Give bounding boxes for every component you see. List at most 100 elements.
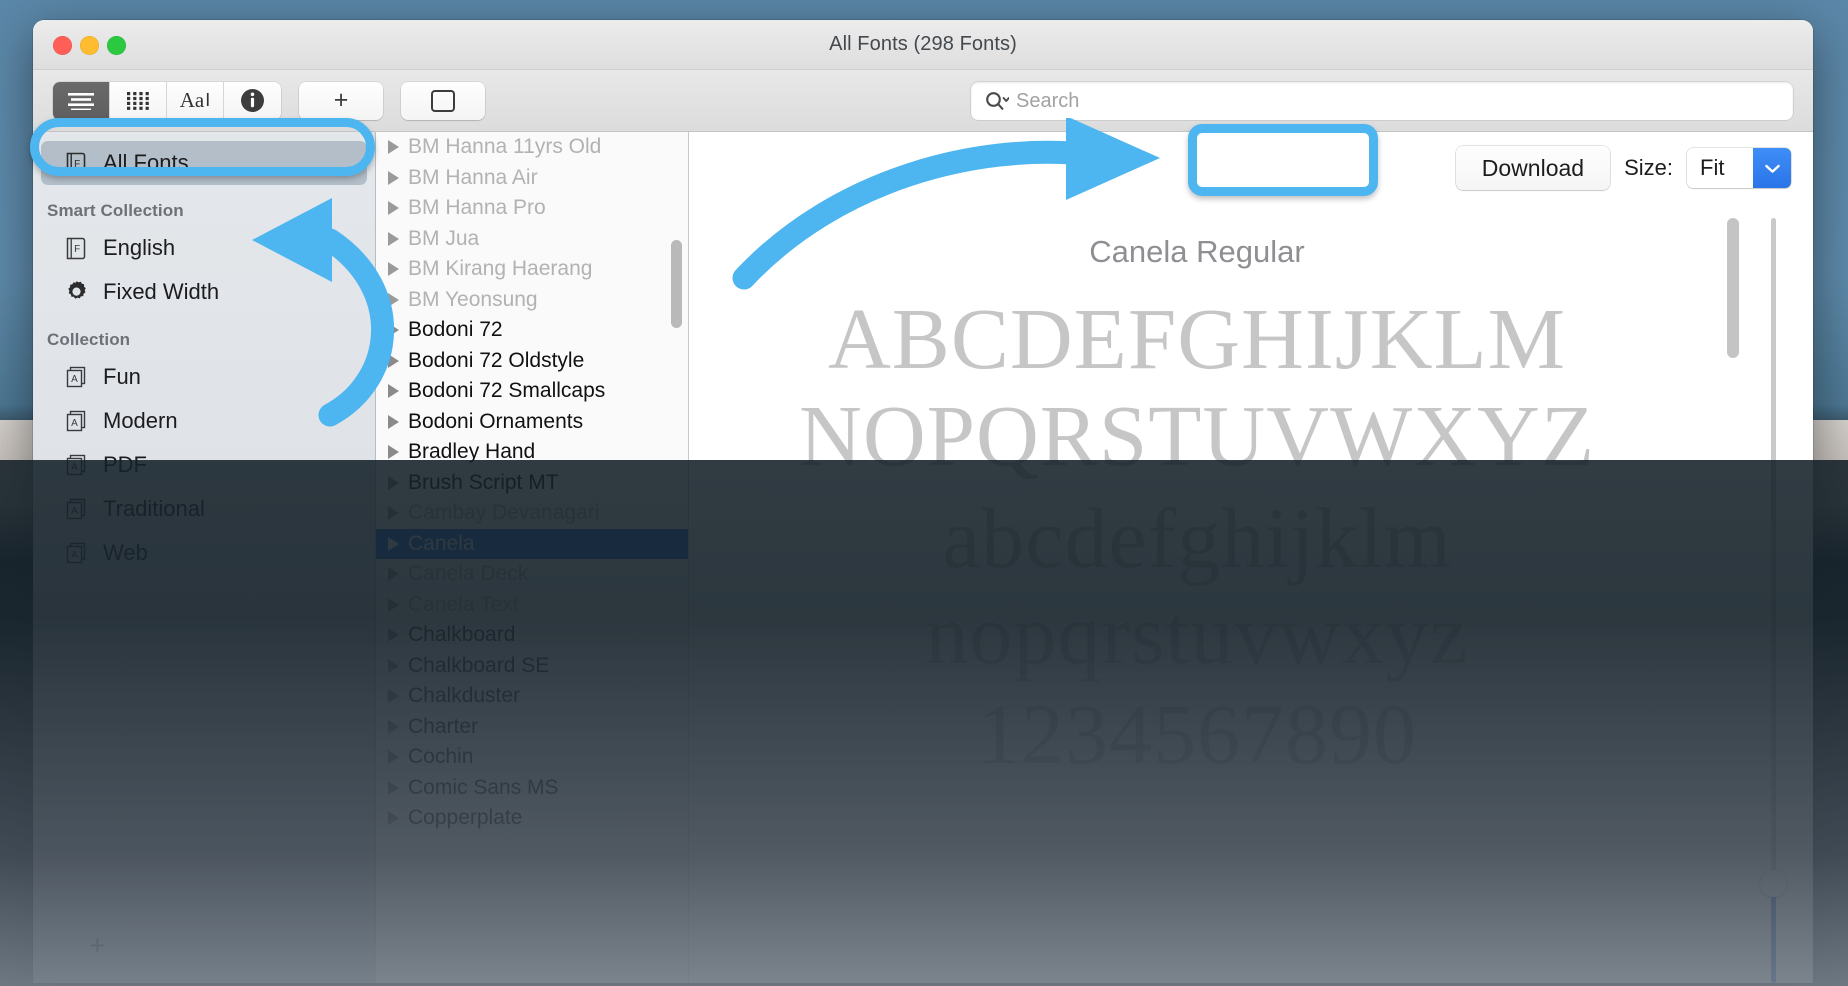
- list-view-button[interactable]: [53, 82, 110, 120]
- disclosure-triangle-icon[interactable]: [388, 232, 399, 246]
- disclosure-triangle-icon[interactable]: [388, 415, 399, 429]
- font-list-row[interactable]: Canela Text: [376, 590, 688, 621]
- font-name-label: BM Yeonsung: [408, 288, 538, 312]
- font-list-row[interactable]: Copperplate: [376, 803, 688, 834]
- stack-a-icon: A: [63, 364, 90, 391]
- font-name-label: BM Jua: [408, 227, 479, 251]
- chevron-down-icon: [1753, 148, 1791, 188]
- window-body: F All Fonts Smart Collection F Engli: [33, 132, 1813, 983]
- font-list-row[interactable]: Chalkboard SE: [376, 651, 688, 682]
- view-mode-segmented-control[interactable]: Aa I: [53, 82, 281, 120]
- font-list-row[interactable]: BM Kirang Haerang: [376, 254, 688, 285]
- disclosure-triangle-icon[interactable]: [388, 659, 399, 673]
- font-list-row[interactable]: Bodoni Ornaments: [376, 407, 688, 438]
- font-name-label: Copperplate: [408, 806, 522, 830]
- gear-icon: [63, 279, 90, 306]
- disclosure-triangle-icon[interactable]: [388, 384, 399, 398]
- list-icon: [68, 92, 94, 110]
- sample-view-button[interactable]: Aa I: [167, 82, 224, 120]
- add-font-button[interactable]: +: [299, 82, 383, 120]
- preview-panel-button[interactable]: [401, 82, 485, 120]
- grid-view-button[interactable]: [110, 82, 167, 120]
- add-collection-button[interactable]: +: [89, 932, 106, 961]
- disclosure-triangle-icon[interactable]: [388, 354, 399, 368]
- font-name-label: BM Hanna Pro: [408, 196, 546, 220]
- font-list-row[interactable]: Chalkduster: [376, 681, 688, 712]
- font-name-label: Charter: [408, 715, 478, 739]
- font-list-row[interactable]: BM Hanna 11yrs Old: [376, 132, 688, 163]
- specimen-line-lowercase-2: nopqrstuvwxyz: [925, 588, 1468, 680]
- disclosure-triangle-icon[interactable]: [388, 293, 399, 307]
- sidebar-item-label: Web: [103, 540, 148, 566]
- sidebar-item-fun[interactable]: A Fun: [33, 355, 375, 399]
- font-list-row[interactable]: Canela Deck: [376, 559, 688, 590]
- sidebar-item-label: All Fonts: [103, 150, 189, 176]
- size-slider-knob[interactable]: [1760, 870, 1787, 897]
- disclosure-triangle-icon[interactable]: [388, 598, 399, 612]
- font-name-label: Canela Deck: [408, 562, 528, 586]
- preview-toolbar: Download Size: Fit: [689, 132, 1813, 204]
- download-button[interactable]: Download: [1456, 146, 1610, 190]
- sidebar-item-traditional[interactable]: A Traditional: [33, 487, 375, 531]
- font-list-row[interactable]: BM Yeonsung: [376, 285, 688, 316]
- font-list-row[interactable]: Cambay Devanagari: [376, 498, 688, 529]
- disclosure-triangle-icon[interactable]: [388, 750, 399, 764]
- sidebar: F All Fonts Smart Collection F Engli: [33, 132, 376, 983]
- font-name-label: Cochin: [408, 745, 473, 769]
- font-list-row[interactable]: BM Jua: [376, 224, 688, 255]
- preview-scrollbar[interactable]: [1727, 218, 1739, 358]
- font-list-row[interactable]: Cochin: [376, 742, 688, 773]
- font-list-row[interactable]: Bodoni 72 Oldstyle: [376, 346, 688, 377]
- disclosure-triangle-icon[interactable]: [388, 323, 399, 337]
- disclosure-triangle-icon[interactable]: [388, 567, 399, 581]
- size-label: Size:: [1624, 155, 1673, 181]
- disclosure-triangle-icon[interactable]: [388, 140, 399, 154]
- font-list-row[interactable]: Comic Sans MS: [376, 773, 688, 804]
- font-list-row[interactable]: Bradley Hand: [376, 437, 688, 468]
- sidebar-item-modern[interactable]: A Modern: [33, 399, 375, 443]
- disclosure-triangle-icon[interactable]: [388, 445, 399, 459]
- window-titlebar: All Fonts (298 Fonts): [33, 20, 1813, 70]
- disclosure-triangle-icon[interactable]: [388, 537, 399, 551]
- font-list-scrollbar[interactable]: [671, 240, 682, 328]
- disclosure-triangle-icon[interactable]: [388, 811, 399, 825]
- font-list-row[interactable]: Bodoni 72: [376, 315, 688, 346]
- disclosure-triangle-icon[interactable]: [388, 262, 399, 276]
- size-popup-button[interactable]: Fit: [1687, 148, 1791, 188]
- font-list-row[interactable]: Chalkboard: [376, 620, 688, 651]
- disclosure-triangle-icon[interactable]: [388, 720, 399, 734]
- sidebar-item-label: PDF: [103, 452, 147, 478]
- svg-text:A: A: [71, 418, 78, 429]
- font-name-label: Chalkduster: [408, 684, 520, 708]
- sidebar-item-web[interactable]: A Web: [33, 531, 375, 575]
- font-list[interactable]: BM Hanna 11yrs OldBM Hanna AirBM Hanna P…: [376, 132, 689, 983]
- disclosure-triangle-icon[interactable]: [388, 781, 399, 795]
- stack-a-icon: A: [63, 408, 90, 435]
- font-list-row[interactable]: BM Hanna Pro: [376, 193, 688, 224]
- svg-text:F: F: [74, 159, 80, 170]
- font-specimen: Canela Regular ABCDEFGHIJKLM NOPQRSTUVWX…: [689, 206, 1705, 983]
- svg-text:A: A: [71, 506, 78, 517]
- disclosure-triangle-icon[interactable]: [388, 476, 399, 490]
- disclosure-triangle-icon[interactable]: [388, 201, 399, 215]
- disclosure-triangle-icon[interactable]: [388, 628, 399, 642]
- info-view-button[interactable]: [224, 82, 281, 120]
- book-f-icon: F: [63, 150, 90, 177]
- disclosure-triangle-icon[interactable]: [388, 506, 399, 520]
- font-list-row[interactable]: BM Hanna Air: [376, 163, 688, 194]
- font-list-row[interactable]: Bodoni 72 Smallcaps: [376, 376, 688, 407]
- aa-cursor-icon: Aa: [180, 88, 205, 113]
- font-list-row[interactable]: Brush Script MT: [376, 468, 688, 499]
- font-list-row[interactable]: Charter: [376, 712, 688, 743]
- download-button-label: Download: [1482, 155, 1584, 182]
- search-input[interactable]: Search: [971, 82, 1793, 120]
- sidebar-item-fixed-width[interactable]: Fixed Width: [33, 270, 375, 314]
- sidebar-item-all-fonts[interactable]: F All Fonts: [41, 141, 367, 185]
- size-slider[interactable]: [1760, 218, 1786, 983]
- sidebar-item-pdf[interactable]: A PDF: [33, 443, 375, 487]
- disclosure-triangle-icon[interactable]: [388, 689, 399, 703]
- sidebar-item-english[interactable]: F English: [33, 226, 375, 270]
- size-slider-track: [1771, 218, 1776, 967]
- font-list-row-selected[interactable]: Canela: [376, 529, 688, 560]
- disclosure-triangle-icon[interactable]: [388, 171, 399, 185]
